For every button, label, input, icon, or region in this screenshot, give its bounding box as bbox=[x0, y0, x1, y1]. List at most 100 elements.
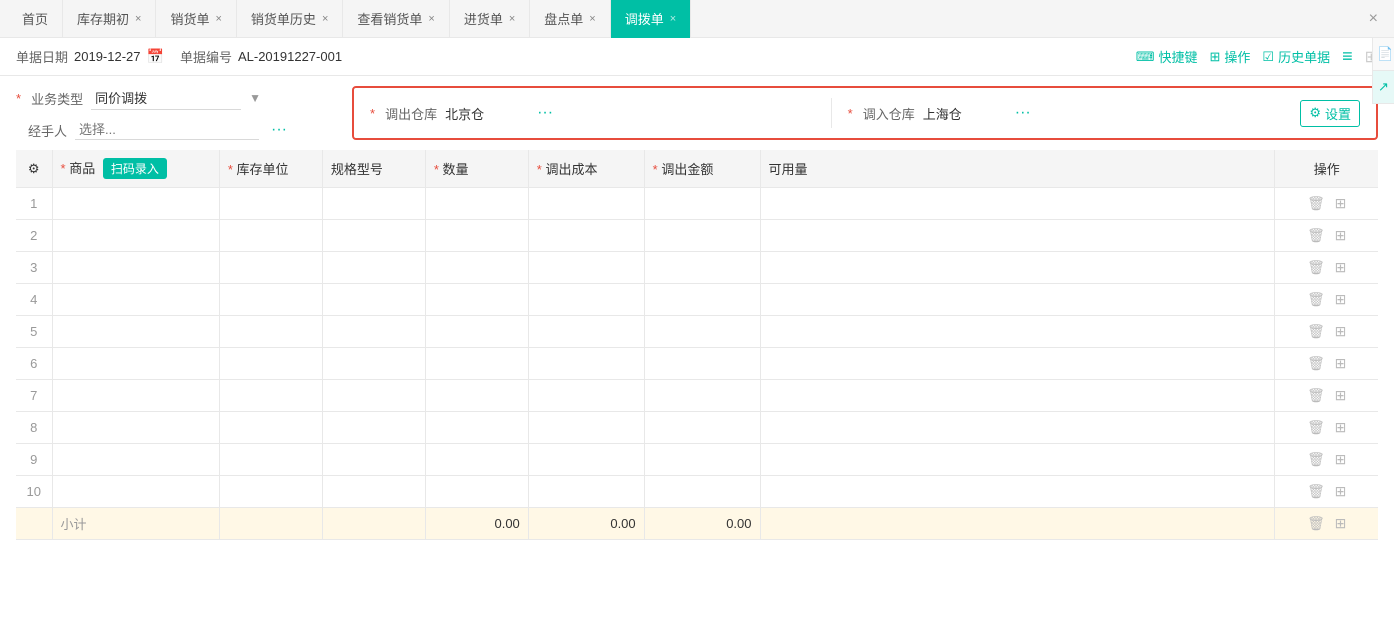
delete-row-icon[interactable]: 🗑 bbox=[1307, 323, 1325, 339]
delete-row-icon[interactable]: 🗑 bbox=[1307, 259, 1325, 275]
spec-cell[interactable] bbox=[322, 476, 425, 508]
qty-cell[interactable] bbox=[425, 220, 528, 252]
amount-cell[interactable] bbox=[644, 220, 760, 252]
unit-cell[interactable] bbox=[219, 252, 322, 284]
cost-cell[interactable] bbox=[528, 348, 644, 380]
tab-close-purchase[interactable]: × bbox=[509, 13, 515, 25]
cost-cell[interactable] bbox=[528, 252, 644, 284]
qty-cell[interactable] bbox=[425, 188, 528, 220]
cost-cell[interactable] bbox=[528, 188, 644, 220]
amount-cell[interactable] bbox=[644, 284, 760, 316]
copy-icon[interactable]: ⊞ bbox=[1335, 515, 1347, 531]
unit-cell[interactable] bbox=[219, 348, 322, 380]
copy-row-icon[interactable]: ⊞ bbox=[1335, 387, 1347, 403]
available-cell[interactable] bbox=[760, 412, 1275, 444]
handler-input[interactable] bbox=[75, 120, 259, 140]
delete-row-icon[interactable]: 🗑 bbox=[1307, 195, 1325, 211]
cost-cell[interactable] bbox=[528, 476, 644, 508]
product-cell[interactable] bbox=[52, 380, 219, 412]
unit-cell[interactable] bbox=[219, 380, 322, 412]
product-cell[interactable] bbox=[52, 188, 219, 220]
spec-cell[interactable] bbox=[322, 348, 425, 380]
spec-cell[interactable] bbox=[322, 252, 425, 284]
amount-cell[interactable] bbox=[644, 348, 760, 380]
qty-cell[interactable] bbox=[425, 316, 528, 348]
unit-cell[interactable] bbox=[219, 412, 322, 444]
spec-cell[interactable] bbox=[322, 316, 425, 348]
spec-cell[interactable] bbox=[322, 412, 425, 444]
delete-row-icon[interactable]: 🗑 bbox=[1307, 451, 1325, 467]
available-cell[interactable] bbox=[760, 252, 1275, 284]
cost-cell[interactable] bbox=[528, 284, 644, 316]
tab-transfer[interactable]: 调拨单 × bbox=[611, 0, 691, 38]
available-cell[interactable] bbox=[760, 444, 1275, 476]
spec-cell[interactable] bbox=[322, 444, 425, 476]
delete-row-icon[interactable]: 🗑 bbox=[1307, 227, 1325, 243]
available-cell[interactable] bbox=[760, 380, 1275, 412]
scan-button[interactable]: 扫码录入 bbox=[103, 158, 167, 179]
spec-cell[interactable] bbox=[322, 380, 425, 412]
delete-row-icon[interactable]: 🗑 bbox=[1307, 291, 1325, 307]
available-cell[interactable] bbox=[760, 220, 1275, 252]
product-cell[interactable] bbox=[52, 284, 219, 316]
spec-cell[interactable] bbox=[322, 188, 425, 220]
tab-sales-order[interactable]: 销货单 × bbox=[156, 0, 236, 38]
qty-cell[interactable] bbox=[425, 380, 528, 412]
copy-row-icon[interactable]: ⊞ bbox=[1335, 323, 1347, 339]
sidebar-doc-icon[interactable]: 📄 bbox=[1373, 38, 1394, 71]
transfer-out-more-btn[interactable]: ··· bbox=[533, 104, 557, 122]
cost-cell[interactable] bbox=[528, 220, 644, 252]
table-scroll[interactable]: ⚙ * 商品 扫码录入 * 库存单位 规格型号 * bbox=[16, 150, 1378, 540]
qty-cell[interactable] bbox=[425, 348, 528, 380]
spec-cell[interactable] bbox=[322, 220, 425, 252]
cost-cell[interactable] bbox=[528, 444, 644, 476]
qty-cell[interactable] bbox=[425, 412, 528, 444]
amount-cell[interactable] bbox=[644, 444, 760, 476]
amount-cell[interactable] bbox=[644, 188, 760, 220]
product-cell[interactable] bbox=[52, 348, 219, 380]
available-cell[interactable] bbox=[760, 284, 1275, 316]
unit-cell[interactable] bbox=[219, 220, 322, 252]
product-cell[interactable] bbox=[52, 412, 219, 444]
tab-sales-history[interactable]: 销货单历史 × bbox=[237, 0, 343, 38]
unit-cell[interactable] bbox=[219, 476, 322, 508]
cost-cell[interactable] bbox=[528, 316, 644, 348]
transfer-in-value[interactable]: 上海仓 bbox=[923, 104, 1003, 123]
delete-row-icon[interactable]: 🗑 bbox=[1307, 483, 1325, 499]
unit-cell[interactable] bbox=[219, 444, 322, 476]
amount-cell[interactable] bbox=[644, 476, 760, 508]
qty-cell[interactable] bbox=[425, 252, 528, 284]
copy-row-icon[interactable]: ⊞ bbox=[1335, 259, 1347, 275]
amount-cell[interactable] bbox=[644, 380, 760, 412]
tab-close-view-sales[interactable]: × bbox=[428, 13, 434, 25]
product-cell[interactable] bbox=[52, 252, 219, 284]
unit-cell[interactable] bbox=[219, 188, 322, 220]
sidebar-export-icon[interactable]: ↗ bbox=[1373, 71, 1394, 104]
copy-row-icon[interactable]: ⊞ bbox=[1335, 451, 1347, 467]
cost-cell[interactable] bbox=[528, 380, 644, 412]
operations-btn[interactable]: ⊞ 操作 bbox=[1209, 47, 1250, 66]
tab-close-stocktake[interactable]: × bbox=[589, 13, 595, 25]
unit-cell[interactable] bbox=[219, 284, 322, 316]
amount-cell[interactable] bbox=[644, 412, 760, 444]
transfer-in-more-btn[interactable]: ··· bbox=[1011, 104, 1035, 122]
history-btn[interactable]: ☑ 历史单据 bbox=[1262, 47, 1330, 66]
col-gear[interactable]: ⚙ bbox=[16, 150, 52, 188]
product-cell[interactable] bbox=[52, 444, 219, 476]
unit-cell[interactable] bbox=[219, 316, 322, 348]
copy-row-icon[interactable]: ⊞ bbox=[1335, 419, 1347, 435]
business-type-value[interactable]: 同价调拨 bbox=[91, 86, 241, 110]
copy-row-icon[interactable]: ⊞ bbox=[1335, 291, 1347, 307]
tab-purchase[interactable]: 进货单 × bbox=[450, 0, 530, 38]
close-all-tabs[interactable]: × bbox=[1361, 10, 1386, 28]
tab-home[interactable]: 首页 bbox=[8, 0, 63, 38]
tab-stocktake[interactable]: 盘点单 × bbox=[530, 0, 610, 38]
cost-cell[interactable] bbox=[528, 412, 644, 444]
shortcuts-btn[interactable]: ⌨ 快捷键 bbox=[1136, 47, 1198, 66]
product-cell[interactable] bbox=[52, 220, 219, 252]
available-cell[interactable] bbox=[760, 348, 1275, 380]
available-cell[interactable] bbox=[760, 316, 1275, 348]
delete-row-icon[interactable]: 🗑 bbox=[1307, 355, 1325, 371]
available-cell[interactable] bbox=[760, 188, 1275, 220]
amount-cell[interactable] bbox=[644, 316, 760, 348]
